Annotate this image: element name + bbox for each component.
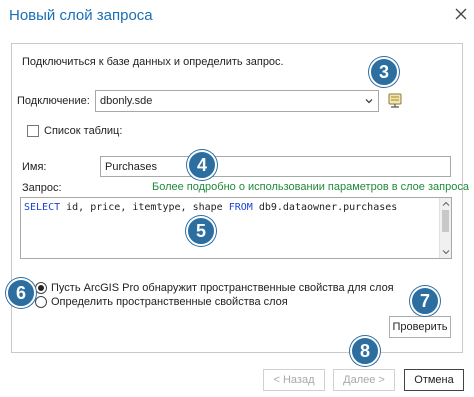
query-editor[interactable]: SELECT id, price, itemtype, shape FROM d…	[20, 197, 452, 259]
instruction-text: Подключиться к базе данных и определить …	[22, 56, 284, 68]
sql-keyword: FROM	[228, 202, 253, 213]
query-scrollbar[interactable]	[439, 198, 451, 258]
spatial-auto-radio[interactable]	[35, 282, 47, 294]
name-label: Имя:	[22, 161, 47, 173]
callout-badge: 5	[186, 216, 216, 246]
query-parameters-help-link[interactable]: Более подробно о использовании параметро…	[152, 181, 469, 193]
sql-table: db9.dataowner.purchases	[252, 202, 398, 213]
name-field[interactable]: Purchases	[100, 156, 451, 177]
scroll-thumb[interactable]	[442, 210, 449, 232]
table-list-label: Список таблиц:	[44, 125, 123, 137]
table-list-checkbox[interactable]	[27, 125, 39, 137]
back-button[interactable]: < Назад	[263, 369, 325, 391]
scroll-down-icon[interactable]	[442, 248, 450, 256]
window-title: Новый слой запроса	[9, 7, 153, 24]
callout-badge: 8	[350, 336, 380, 366]
query-label: Запрос:	[22, 182, 62, 194]
callout-badge: 7	[410, 286, 440, 316]
spatial-auto-label: Пусть ArcGIS Pro обнаружит пространствен…	[51, 282, 394, 294]
close-icon[interactable]	[453, 6, 469, 22]
spatial-define-radio[interactable]	[35, 296, 47, 308]
cancel-button[interactable]: Отмена	[404, 369, 464, 391]
query-text: SELECT id, price, itemtype, shape FROM d…	[24, 202, 397, 213]
spatial-define-label: Определить пространственные свойства сло…	[51, 296, 288, 308]
validate-button[interactable]: Проверить	[389, 316, 451, 338]
callout-badge: 3	[369, 57, 399, 87]
chevron-down-icon	[365, 99, 373, 104]
connection-value: dbonly.sde	[100, 95, 153, 107]
callout-badge: 6	[6, 278, 36, 308]
sql-fields: id, price, itemtype, shape	[60, 202, 229, 213]
title-bar: Новый слой запроса	[0, 0, 474, 34]
connection-select[interactable]: dbonly.sde	[95, 90, 379, 112]
name-value: Purchases	[105, 161, 157, 173]
connection-label: Подключение:	[17, 95, 90, 107]
next-button[interactable]: Далее >	[333, 369, 395, 391]
scroll-up-icon[interactable]	[442, 200, 450, 208]
sql-keyword: SELECT	[24, 202, 61, 213]
callout-badge: 4	[187, 150, 217, 180]
database-connection-icon[interactable]	[386, 92, 404, 110]
